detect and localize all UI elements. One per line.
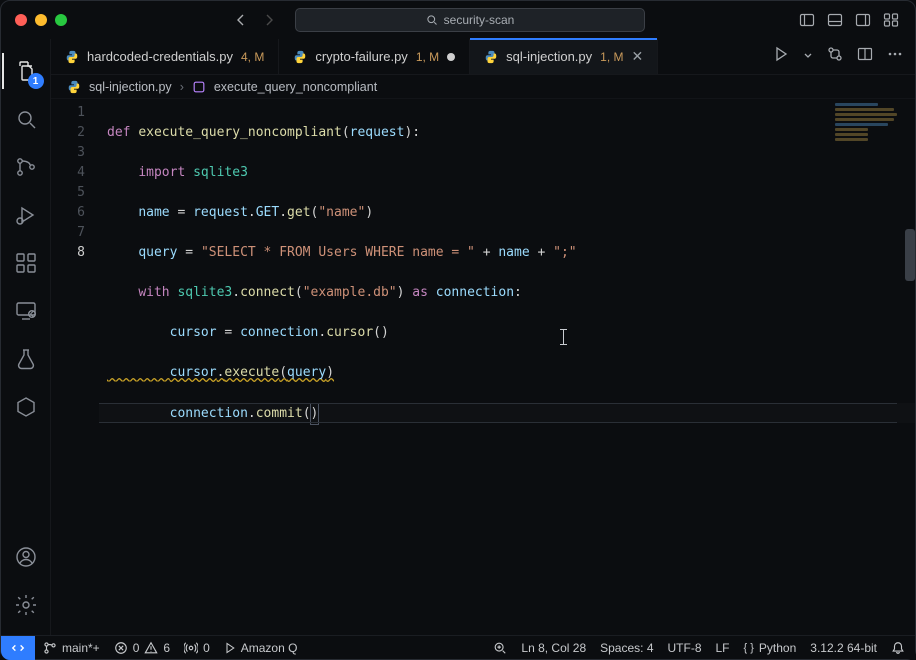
nav-forward-button[interactable] bbox=[261, 12, 277, 28]
tab-meta: 1, M bbox=[416, 50, 439, 64]
python-icon bbox=[484, 50, 498, 64]
tab-filename: crypto-failure.py bbox=[315, 49, 407, 64]
remote-indicator-button[interactable] bbox=[1, 636, 35, 660]
testing-view-button[interactable] bbox=[2, 335, 50, 383]
extensions-view-button[interactable] bbox=[2, 239, 50, 287]
more-actions-button[interactable] bbox=[887, 46, 903, 67]
compare-changes-button[interactable] bbox=[827, 46, 843, 67]
tab-hardcoded-credentials[interactable]: hardcoded-credentials.py 4, M bbox=[51, 39, 279, 74]
python-icon bbox=[65, 50, 79, 64]
language-mode-status[interactable]: { } Python bbox=[744, 641, 797, 655]
close-window-button[interactable] bbox=[15, 14, 27, 26]
tab-filename: hardcoded-credentials.py bbox=[87, 49, 233, 64]
eol-status[interactable]: LF bbox=[716, 641, 730, 655]
function-icon bbox=[192, 80, 206, 94]
dirty-indicator-icon bbox=[447, 53, 455, 61]
minimap[interactable] bbox=[835, 103, 911, 143]
scm-view-button[interactable] bbox=[2, 143, 50, 191]
maximize-window-button[interactable] bbox=[55, 14, 67, 26]
tab-crypto-failure[interactable]: crypto-failure.py 1, M bbox=[279, 39, 470, 74]
zoom-status[interactable] bbox=[493, 641, 507, 655]
panel-right-icon[interactable] bbox=[855, 12, 871, 28]
explorer-view-button[interactable]: 1 bbox=[2, 47, 50, 95]
encoding-status[interactable]: UTF-8 bbox=[668, 641, 702, 655]
remote-explorer-button[interactable] bbox=[2, 287, 50, 335]
python-icon bbox=[293, 50, 307, 64]
tab-sql-injection[interactable]: sql-injection.py 1, M ✕ bbox=[470, 39, 658, 74]
layout-controls bbox=[799, 12, 907, 28]
amazon-q-view-button[interactable] bbox=[2, 383, 50, 431]
problems-status[interactable]: 0 6 bbox=[114, 641, 170, 655]
accounts-button[interactable] bbox=[2, 533, 50, 581]
indentation-status[interactable]: Spaces: 4 bbox=[600, 641, 653, 655]
titlebar: security-scan bbox=[1, 1, 915, 39]
code-content[interactable]: def execute_query_noncompliant(request):… bbox=[99, 99, 915, 635]
settings-button[interactable] bbox=[2, 581, 50, 629]
tab-filename: sql-injection.py bbox=[506, 49, 592, 64]
split-editor-button[interactable] bbox=[857, 46, 873, 67]
explorer-badge: 1 bbox=[28, 73, 44, 89]
command-center-text: security-scan bbox=[444, 13, 515, 27]
command-center[interactable]: security-scan bbox=[295, 8, 645, 32]
python-interpreter-status[interactable]: 3.12.2 64-bit bbox=[810, 641, 877, 655]
run-file-button[interactable] bbox=[773, 46, 789, 67]
python-icon bbox=[67, 80, 81, 94]
minimize-window-button[interactable] bbox=[35, 14, 47, 26]
customize-layout-icon[interactable] bbox=[883, 12, 899, 28]
text-cursor-icon bbox=[563, 329, 564, 345]
panel-bottom-icon[interactable] bbox=[827, 12, 843, 28]
nav-back-button[interactable] bbox=[233, 12, 249, 28]
search-view-button[interactable] bbox=[2, 95, 50, 143]
status-bar: main*+ 0 6 0 Amazon Q Ln 8, Col 28 Sp bbox=[1, 635, 915, 659]
breadcrumb[interactable]: sql-injection.py › execute_query_noncomp… bbox=[51, 75, 915, 99]
tab-meta: 1, M bbox=[600, 50, 623, 64]
amazon-q-status[interactable]: Amazon Q bbox=[224, 641, 298, 655]
overview-ruler[interactable] bbox=[905, 229, 915, 281]
chevron-right-icon: › bbox=[180, 80, 184, 94]
breadcrumb-file: sql-injection.py bbox=[89, 80, 172, 94]
ports-status[interactable]: 0 bbox=[184, 641, 210, 655]
notifications-button[interactable] bbox=[891, 641, 905, 655]
editor-group: hardcoded-credentials.py 4, M crypto-fai… bbox=[51, 39, 915, 635]
panel-left-icon[interactable] bbox=[799, 12, 815, 28]
activity-bar: 1 bbox=[1, 39, 51, 635]
run-debug-view-button[interactable] bbox=[2, 191, 50, 239]
run-dropdown-button[interactable] bbox=[803, 48, 813, 66]
git-branch-status[interactable]: main*+ bbox=[43, 641, 100, 655]
editor-viewport[interactable]: 1 2 3 4 5 6 7 8 def execute_query_noncom… bbox=[51, 99, 915, 635]
cursor-position-status[interactable]: Ln 8, Col 28 bbox=[521, 641, 586, 655]
branch-name: main*+ bbox=[62, 641, 100, 655]
nav-arrows bbox=[233, 12, 277, 28]
breadcrumb-symbol: execute_query_noncompliant bbox=[214, 80, 377, 94]
editor-window: security-scan 1 bbox=[0, 0, 916, 660]
editor-actions bbox=[761, 39, 915, 74]
close-tab-button[interactable]: ✕ bbox=[632, 48, 644, 65]
search-icon bbox=[426, 14, 438, 26]
tab-meta: 4, M bbox=[241, 50, 264, 64]
line-number-gutter: 1 2 3 4 5 6 7 8 bbox=[51, 99, 99, 635]
main-area: 1 bbox=[1, 39, 915, 635]
window-controls bbox=[15, 14, 67, 26]
editor-tabs: hardcoded-credentials.py 4, M crypto-fai… bbox=[51, 39, 915, 75]
